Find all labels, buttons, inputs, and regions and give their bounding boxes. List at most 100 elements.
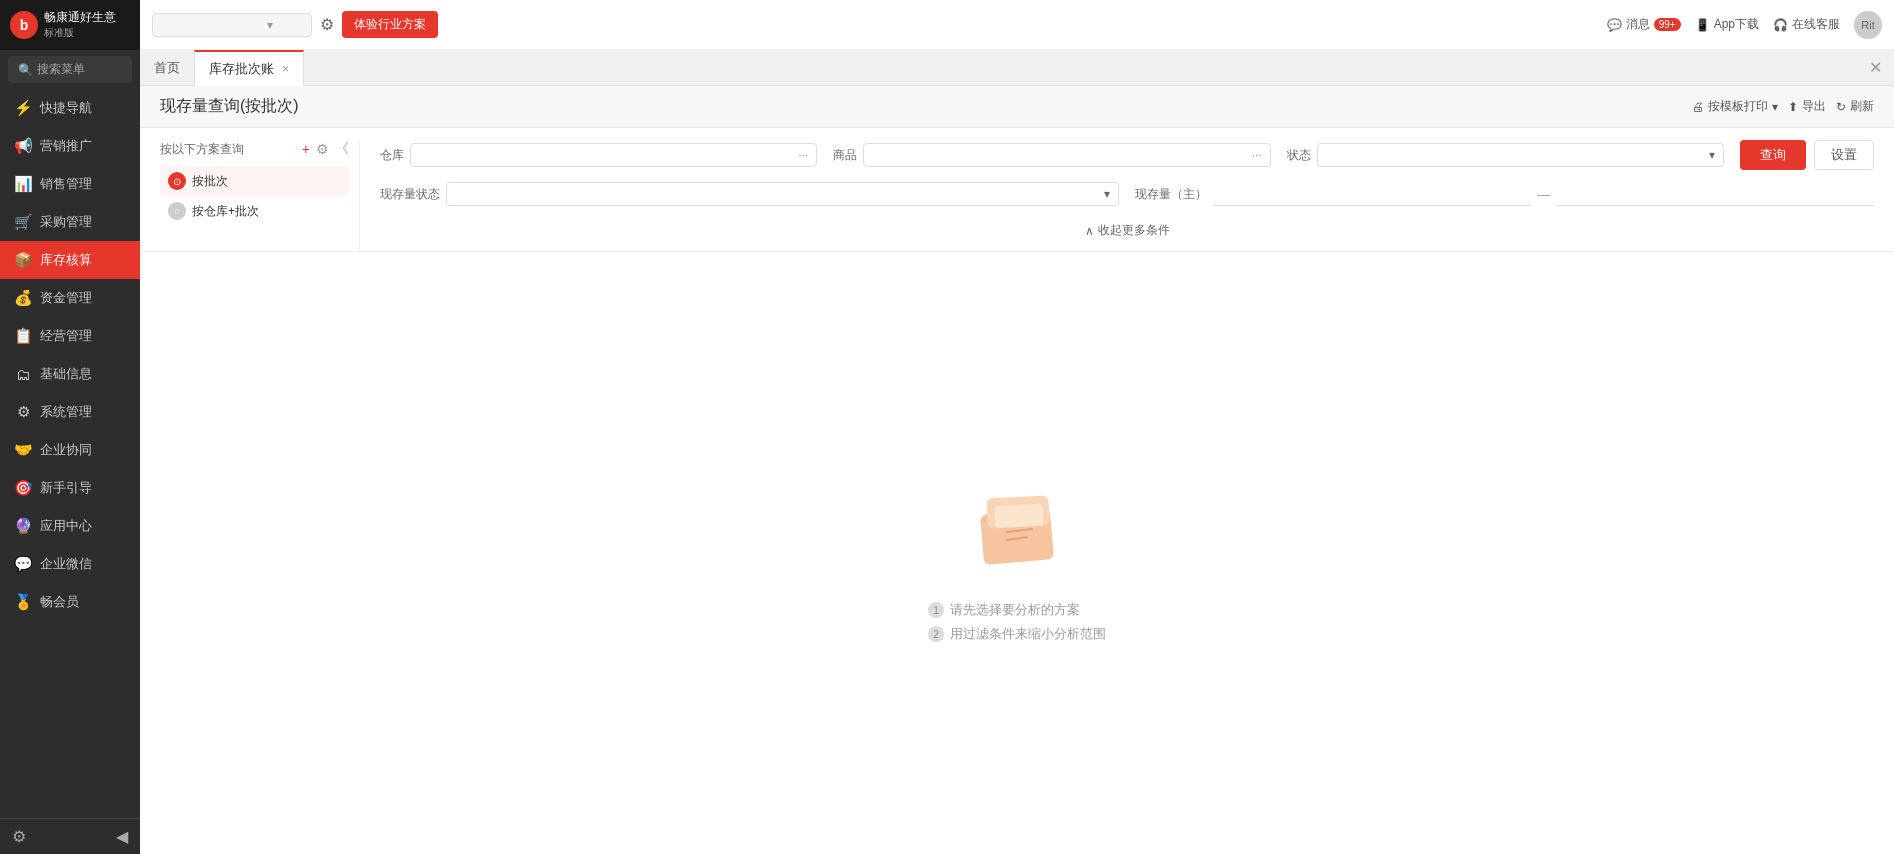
plan-label-warehouse-batch: 按仓库+批次	[192, 203, 259, 220]
nav-icon-sales: 📊	[14, 175, 32, 193]
main-area: ▾ ⚙ 体验行业方案 💬 消息 99+ 📱 App下载 🎧 在线客服 Rit	[140, 0, 1894, 854]
print-icon: 🖨	[1692, 100, 1704, 114]
tab-panel-close-btn[interactable]: ✕	[1857, 58, 1894, 77]
print-btn[interactable]: 🖨 按模板打印 ▾	[1692, 98, 1778, 115]
online-service-btn[interactable]: 🎧 在线客服	[1773, 16, 1840, 33]
user-avatar-area[interactable]: Rit	[1854, 11, 1882, 39]
nav-icon-newbie: 🎯	[14, 479, 32, 497]
headset-icon: 🎧	[1773, 18, 1788, 32]
user-avatar: Rit	[1854, 11, 1882, 39]
warehouse-more-icon: ···	[798, 148, 808, 162]
nav-icon-shortcuts: ⚡	[14, 99, 32, 117]
collapse-more-label: 收起更多条件	[1098, 222, 1170, 239]
scheme-collapse-btn[interactable]: 《	[335, 140, 349, 158]
filter-scheme-panel: 按以下方案查询 + ⚙ 《 ⊙ 按批次 ○ 按仓库+批次	[160, 140, 360, 251]
topbar-search-input[interactable]	[163, 18, 263, 32]
nav-icon-appstore: 🔮	[14, 517, 32, 535]
add-scheme-btn[interactable]: +	[302, 140, 310, 158]
stock-qty-max-input[interactable]	[1556, 183, 1874, 206]
export-icon: ⬆	[1788, 100, 1798, 114]
refresh-label: 刷新	[1850, 98, 1874, 115]
product-input-box[interactable]: ···	[863, 143, 1270, 167]
nav-label-purchase: 采购管理	[40, 213, 92, 231]
sidebar-item-basics[interactable]: 🗂基础信息	[0, 355, 140, 393]
export-btn[interactable]: ⬆ 导出	[1788, 98, 1826, 115]
app-download-btn[interactable]: 📱 App下载	[1695, 16, 1759, 33]
column-settings-btn[interactable]: 设置	[1814, 140, 1874, 170]
nav-label-operations: 经营管理	[40, 327, 92, 345]
plan-item-batch[interactable]: ⊙ 按批次	[160, 166, 349, 196]
header-actions: 🖨 按模板打印 ▾ ⬆ 导出 ↻ 刷新	[1692, 98, 1874, 115]
trial-btn[interactable]: 体验行业方案	[342, 11, 438, 38]
empty-svg	[957, 457, 1077, 577]
nav-icon-inventory: 📦	[14, 251, 32, 269]
plan-icon-inactive: ○	[168, 202, 186, 220]
online-service-label: 在线客服	[1792, 16, 1840, 33]
query-btn[interactable]: 查询	[1740, 140, 1806, 170]
sidebar-item-member[interactable]: 🏅畅会员	[0, 583, 140, 621]
stock-status-select[interactable]: ▾	[446, 182, 1119, 206]
search-dropdown-btn[interactable]: ▾	[267, 18, 273, 32]
sidebar-item-inventory[interactable]: 📦 库存核算	[0, 241, 140, 279]
filter-warehouse-field: 仓库 ···	[380, 143, 817, 167]
nav-icon-finance: 💰	[14, 289, 32, 307]
nav-label-wechat: 企业微信	[40, 555, 92, 573]
refresh-icon: ↻	[1836, 100, 1846, 114]
search-label: 搜索菜单	[37, 61, 85, 78]
messages-btn[interactable]: 💬 消息 99+	[1607, 16, 1681, 33]
footer-settings-icon[interactable]: ⚙	[12, 827, 26, 846]
filter-scheme-title-row: 按以下方案查询 + ⚙ 《	[160, 140, 349, 158]
sidebar-item-sales[interactable]: 📊销售管理	[0, 165, 140, 203]
refresh-btn[interactable]: ↻ 刷新	[1836, 98, 1874, 115]
topbar: ▾ ⚙ 体验行业方案 💬 消息 99+ 📱 App下载 🎧 在线客服 Rit	[140, 0, 1894, 50]
status-label: 状态	[1287, 147, 1311, 164]
messages-label: 消息	[1626, 16, 1650, 33]
search-icon: 🔍	[18, 63, 33, 77]
sidebar-item-finance[interactable]: 💰 资金管理	[0, 279, 140, 317]
hint-text-2: 用过滤条件来缩小分析范围	[950, 625, 1106, 643]
sidebar-item-shortcuts[interactable]: ⚡快捷导航	[0, 89, 140, 127]
filter-stock-status-field: 现存量状态 ▾	[380, 182, 1119, 206]
sidebar-nav: ⚡快捷导航📢营销推广📊销售管理🛒采购管理 📦 库存核算 💰 资金管理 📋 经营管理 🗂基础信息…	[0, 89, 140, 818]
sidebar-item-wechat[interactable]: 💬企业微信	[0, 545, 140, 583]
sidebar-search[interactable]: 🔍 搜索菜单	[8, 56, 132, 83]
tabbar: 首页 库存批次账 × ✕	[140, 50, 1894, 86]
status-dropdown-icon: ▾	[1709, 148, 1715, 162]
scheme-settings-btn[interactable]: ⚙	[316, 140, 329, 158]
svg-rect-2	[994, 504, 1043, 528]
status-select[interactable]: ▾	[1317, 143, 1724, 167]
warehouse-input-box[interactable]: ···	[410, 143, 817, 167]
filter-status-field: 状态 ▾	[1287, 143, 1724, 167]
nav-label-finance: 资金管理	[40, 289, 92, 307]
warehouse-label: 仓库	[380, 147, 404, 164]
sidebar-item-purchase[interactable]: 🛒采购管理	[0, 203, 140, 241]
sidebar-item-marketing[interactable]: 📢营销推广	[0, 127, 140, 165]
collapse-more-btn[interactable]: ∧ 收起更多条件	[380, 218, 1874, 243]
filter-stock-qty-field: 现存量（主） —	[1135, 183, 1874, 206]
filter-fields-panel: 仓库 ··· 商品 ··· 状态	[360, 140, 1874, 251]
sidebar-item-system[interactable]: ⚙系统管理	[0, 393, 140, 431]
footer-toggle-icon[interactable]: ◀	[116, 827, 128, 846]
tab-inventory-batch[interactable]: 库存批次账 ×	[194, 50, 304, 86]
export-label: 导出	[1802, 98, 1826, 115]
plan-item-warehouse-batch[interactable]: ○ 按仓库+批次	[160, 196, 349, 226]
nav-label-inventory: 库存核算	[40, 251, 92, 269]
tab-home[interactable]: 首页	[140, 50, 194, 86]
settings-icon-btn[interactable]: ⚙	[320, 15, 334, 34]
topbar-search-box[interactable]: ▾	[152, 13, 312, 37]
sidebar-item-operations[interactable]: 📋 经营管理	[0, 317, 140, 355]
hint-text-1: 请先选择要分析的方案	[950, 601, 1080, 619]
sidebar-item-enterprise[interactable]: 🤝企业协同	[0, 431, 140, 469]
app-name: 畅康通好生意	[44, 10, 116, 26]
empty-hints-list: 1 请先选择要分析的方案 2 用过滤条件来缩小分析范围	[928, 601, 1106, 649]
row1-action-btns: 查询 设置	[1740, 140, 1874, 170]
nav-icon-operations: 📋	[14, 327, 32, 345]
empty-state: 1 请先选择要分析的方案 2 用过滤条件来缩小分析范围	[140, 252, 1894, 854]
sidebar-item-appstore[interactable]: 🔮 应用中心	[0, 507, 140, 545]
sidebar-item-newbie[interactable]: 🎯新手引导	[0, 469, 140, 507]
tab-close-btn[interactable]: ×	[282, 51, 289, 87]
stock-qty-min-input[interactable]	[1213, 183, 1531, 206]
nav-label-appstore: 应用中心	[40, 517, 92, 535]
print-label: 按模板打印	[1708, 98, 1768, 115]
home-tab-label: 首页	[154, 50, 180, 86]
